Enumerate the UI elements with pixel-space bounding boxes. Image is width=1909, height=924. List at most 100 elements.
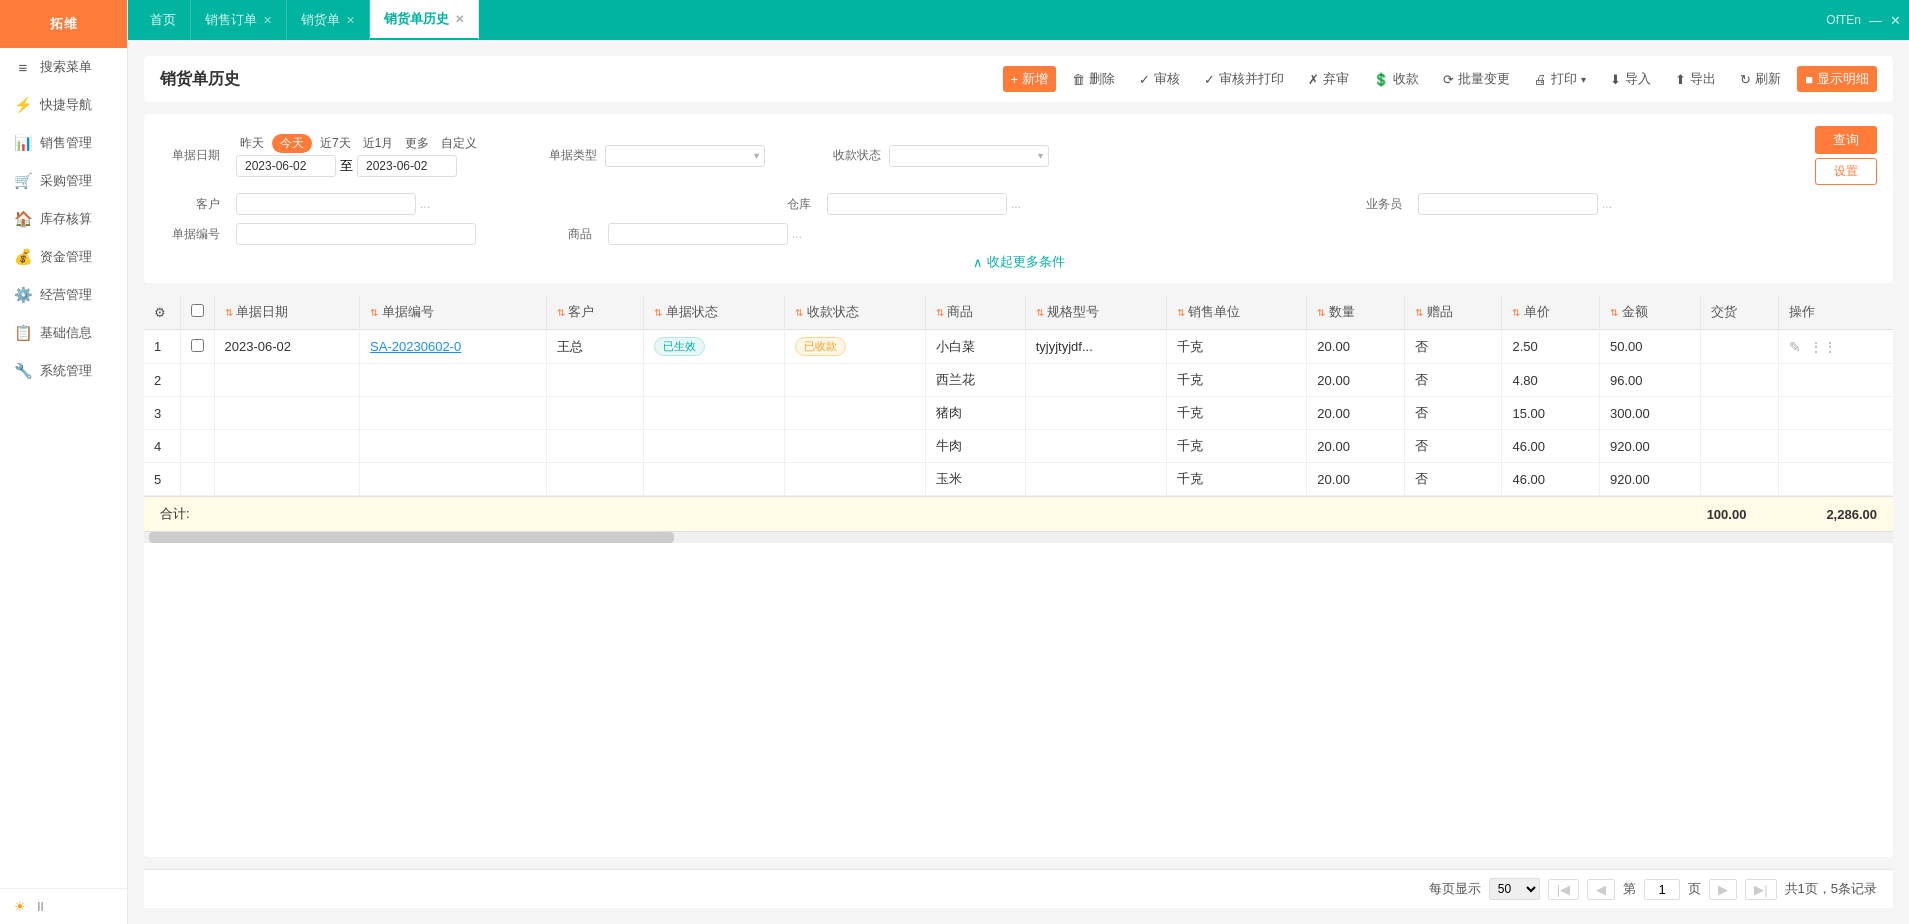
shortcut-yesterday[interactable]: 昨天 xyxy=(236,134,268,153)
row-payment-status: 已收款 xyxy=(785,330,926,364)
show-detail-button[interactable]: ■ 显示明细 xyxy=(1797,66,1877,92)
shortcut-custom[interactable]: 自定义 xyxy=(437,134,481,153)
sidebar-item-quick-nav[interactable]: ⚡ 快捷导航 xyxy=(0,86,127,124)
tab-sales-history[interactable]: 销货单历史 ✕ xyxy=(370,0,479,40)
quick-nav-icon: ⚡ xyxy=(14,96,32,114)
audit-print-button[interactable]: ✓ 审核并打印 xyxy=(1196,66,1292,92)
shortcut-7days[interactable]: 近7天 xyxy=(316,134,355,153)
row-doc-number xyxy=(360,397,547,430)
customer-sort-icon: ⇅ xyxy=(557,307,565,318)
goods-input[interactable] xyxy=(608,223,788,245)
sidebar-item-purchase-mgmt[interactable]: 🛒 采购管理 xyxy=(0,162,127,200)
col-doc-status[interactable]: ⇅ 单据状态 xyxy=(644,295,785,330)
warehouse-input[interactable] xyxy=(827,193,1007,215)
summary-values: 100.00 2,286.00 xyxy=(1027,507,1877,522)
abandon-button[interactable]: ✗ 弃审 xyxy=(1300,66,1357,92)
doc-type-select-wrapper xyxy=(605,145,765,167)
col-unit-price[interactable]: ⇅ 单价 xyxy=(1502,295,1600,330)
sidebar-item-inventory[interactable]: 🏠 库存核算 xyxy=(0,200,127,238)
tab-close-sales-goods[interactable]: ✕ xyxy=(346,14,355,27)
col-customer[interactable]: ⇅ 客户 xyxy=(546,295,644,330)
tab-sales-order[interactable]: 销售订单 ✕ xyxy=(191,0,287,40)
refresh-button[interactable]: ↻ 刷新 xyxy=(1732,66,1789,92)
page-last-button[interactable]: ▶| xyxy=(1745,879,1776,900)
query-button[interactable]: 查询 xyxy=(1815,126,1877,154)
salesperson-input[interactable] xyxy=(1418,193,1598,215)
collect-button[interactable]: 💲 收款 xyxy=(1365,66,1427,92)
more-icon[interactable]: ⋮⋮ xyxy=(1809,339,1837,355)
tab-close-sales-order[interactable]: ✕ xyxy=(263,14,272,27)
row-select[interactable] xyxy=(191,339,204,352)
export-button[interactable]: ⬆ 导出 xyxy=(1667,66,1724,92)
col-spec[interactable]: ⇅ 规格型号 xyxy=(1025,295,1166,330)
print-button[interactable]: 🖨 打印 ▾ xyxy=(1526,66,1594,92)
col-doc-number[interactable]: ⇅ 单据编号 xyxy=(360,295,547,330)
window-minimize[interactable]: — xyxy=(1869,13,1882,28)
tab-close-sales-history[interactable]: ✕ xyxy=(455,13,464,26)
batch-change-button[interactable]: ⟳ 批量变更 xyxy=(1435,66,1518,92)
sidebar-item-search-menu[interactable]: ≡ 搜索菜单 xyxy=(0,48,127,86)
col-doc-date[interactable]: ⇅ 单据日期 xyxy=(214,295,360,330)
horizontal-scrollbar[interactable] xyxy=(144,531,1893,543)
set-button[interactable]: 设置 xyxy=(1815,158,1877,185)
window-close[interactable]: ✕ xyxy=(1890,13,1901,28)
import-button[interactable]: ⬇ 导入 xyxy=(1602,66,1659,92)
col-checkbox xyxy=(180,295,214,330)
import-icon: ⬇ xyxy=(1610,72,1621,87)
doc-type-select[interactable] xyxy=(605,145,765,167)
select-all-checkbox[interactable] xyxy=(191,304,204,317)
salesperson-dots[interactable]: ... xyxy=(1602,197,1612,211)
col-amount[interactable]: ⇅ 金额 xyxy=(1600,295,1701,330)
sidebar-item-sales-mgmt[interactable]: 📊 销售管理 xyxy=(0,124,127,162)
page-first-button[interactable]: |◀ xyxy=(1548,879,1579,900)
col-gift[interactable]: ⇅ 赠品 xyxy=(1404,295,1502,330)
sidebar-item-label: 采购管理 xyxy=(40,172,92,190)
customer-input[interactable] xyxy=(236,193,416,215)
page-number-input[interactable] xyxy=(1644,879,1680,900)
sidebar-item-label: 系统管理 xyxy=(40,362,92,380)
col-goods[interactable]: ⇅ 商品 xyxy=(925,295,1025,330)
shortcut-today[interactable]: 今天 xyxy=(272,134,312,153)
date-from-input[interactable] xyxy=(236,155,336,177)
shortcut-more[interactable]: 更多 xyxy=(401,134,433,153)
col-qty[interactable]: ⇅ 数量 xyxy=(1307,295,1405,330)
collapse-button[interactable]: ∧ 收起更多条件 xyxy=(160,253,1877,271)
doc-date-sort-icon: ⇅ xyxy=(225,307,233,318)
row-num: 1 xyxy=(144,330,180,364)
sidebar-item-operation-mgmt[interactable]: ⚙️ 经营管理 xyxy=(0,276,127,314)
col-settings[interactable]: ⚙ xyxy=(144,295,180,330)
row-doc-number: SA-20230602-0 xyxy=(360,330,547,364)
doc-number-link[interactable]: SA-20230602-0 xyxy=(370,339,461,354)
bottom-icon1[interactable]: ☀ xyxy=(14,899,26,914)
page-next-button[interactable]: ▶ xyxy=(1709,879,1737,900)
per-page-select[interactable]: 50 100 200 xyxy=(1489,878,1540,900)
bottom-icon2[interactable]: ⏸ xyxy=(34,899,47,914)
col-unit[interactable]: ⇅ 销售单位 xyxy=(1166,295,1307,330)
new-button[interactable]: + 新增 xyxy=(1003,66,1057,92)
date-to-input[interactable] xyxy=(357,155,457,177)
goods-dots[interactable]: ... xyxy=(792,227,802,241)
doc-number-input[interactable] xyxy=(236,223,476,245)
row-checkbox xyxy=(180,330,214,364)
audit-button[interactable]: ✓ 审核 xyxy=(1131,66,1188,92)
sidebar-item-system-mgmt[interactable]: 🔧 系统管理 xyxy=(0,352,127,390)
sidebar-item-finance-mgmt[interactable]: 💰 资金管理 xyxy=(0,238,127,276)
qty-sort-icon: ⇅ xyxy=(1317,307,1325,318)
row-payment-status xyxy=(785,397,926,430)
edit-icon[interactable]: ✎ xyxy=(1789,339,1801,355)
col-payment-status[interactable]: ⇅ 收款状态 xyxy=(785,295,926,330)
row-payment-status xyxy=(785,463,926,496)
shortcut-1month[interactable]: 近1月 xyxy=(359,134,398,153)
payment-status-select[interactable] xyxy=(889,145,1049,167)
tab-home[interactable]: 首页 xyxy=(136,0,191,40)
sidebar-logo: 拓维 xyxy=(0,0,127,48)
page-prev-button[interactable]: ◀ xyxy=(1587,879,1615,900)
page-label: 第 xyxy=(1623,880,1636,898)
sidebar-item-base-info[interactable]: 📋 基础信息 xyxy=(0,314,127,352)
tab-sales-goods[interactable]: 销货单 ✕ xyxy=(287,0,370,40)
warehouse-dots[interactable]: ... xyxy=(1011,197,1021,211)
sales-mgmt-icon: 📊 xyxy=(14,134,32,152)
customer-dots[interactable]: ... xyxy=(420,197,430,211)
row-amount: 920.00 xyxy=(1600,463,1701,496)
delete-button[interactable]: 🗑 删除 xyxy=(1064,66,1123,92)
